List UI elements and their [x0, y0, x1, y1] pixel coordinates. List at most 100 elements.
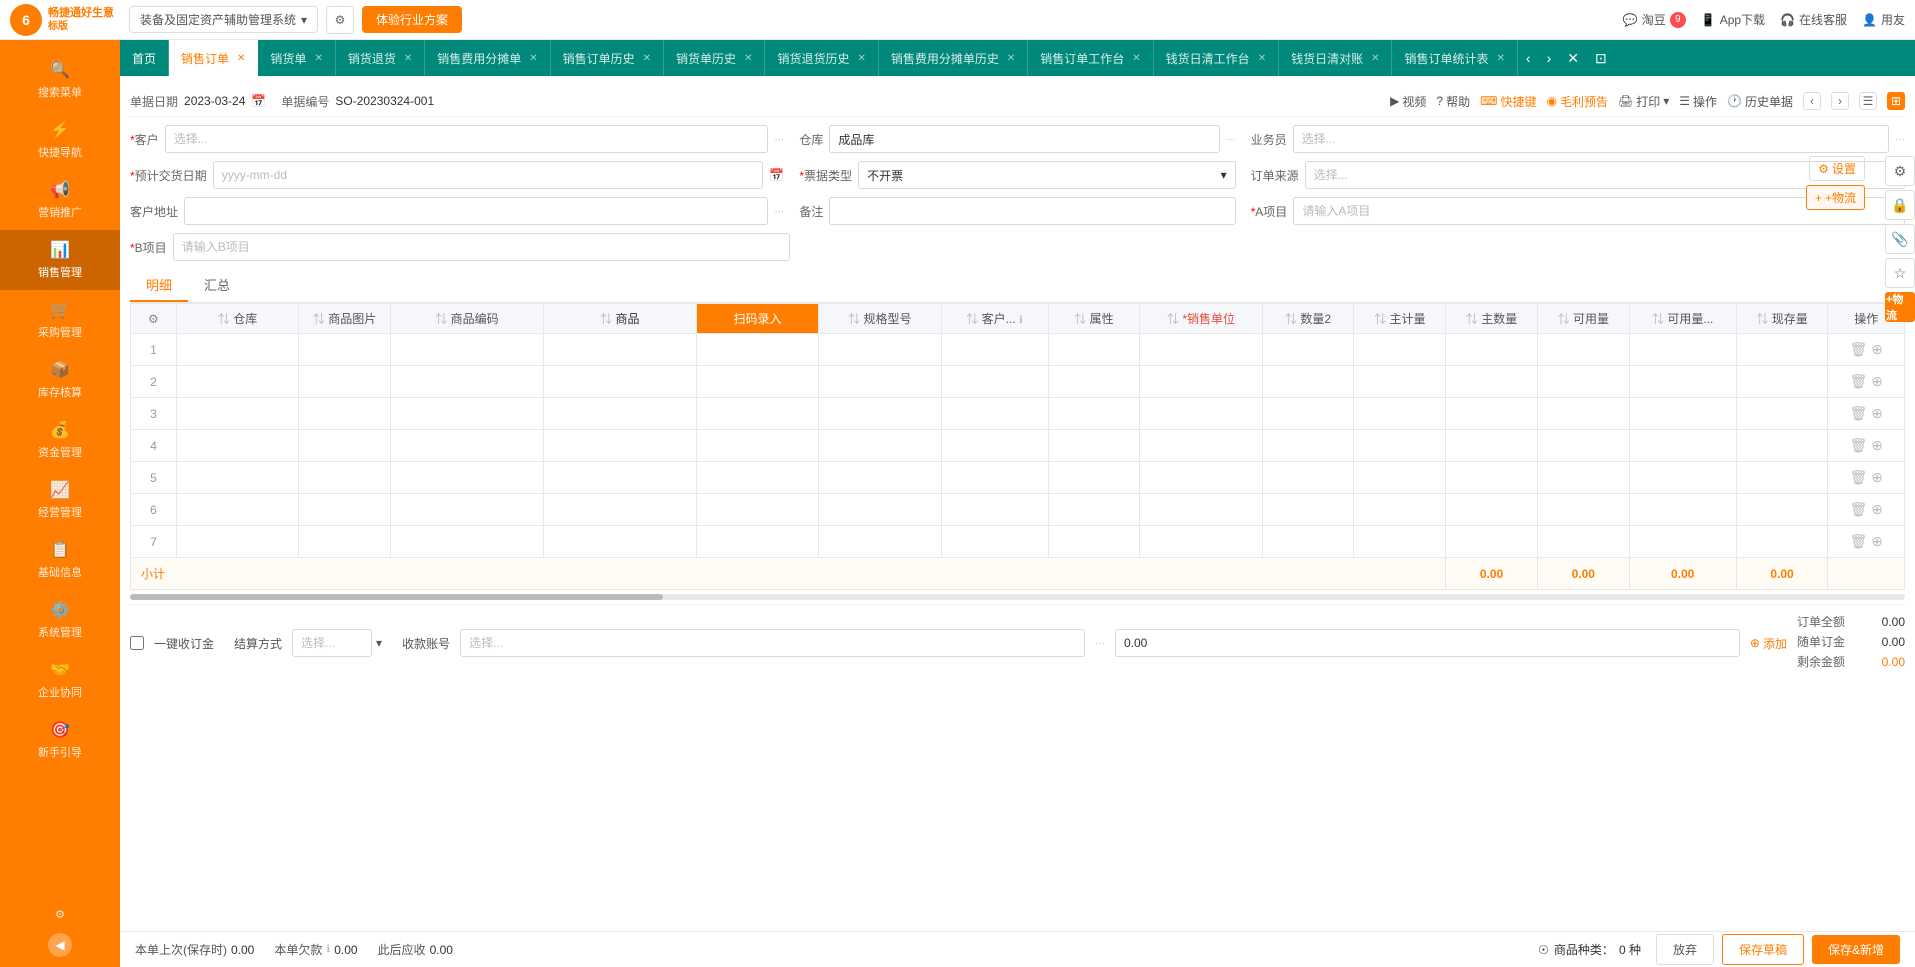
- row-main-qty-cell[interactable]: [1446, 334, 1538, 366]
- tab-close-icon[interactable]: ✕: [404, 53, 412, 64]
- tab-close-icon[interactable]: ✕: [857, 53, 865, 64]
- th-settings[interactable]: ⚙: [131, 304, 177, 334]
- delivery-date-input[interactable]: [213, 161, 764, 189]
- warehouse-dots-icon[interactable]: ···: [1226, 134, 1236, 145]
- row-delete-icon[interactable]: 🗑: [1849, 341, 1867, 358]
- row-attr-cell[interactable]: [1048, 334, 1140, 366]
- tab-daily-reconcile[interactable]: 钱货日清对账 ✕: [1279, 40, 1392, 76]
- save-draft-button[interactable]: 保存草稿: [1722, 934, 1804, 965]
- online-service-item[interactable]: 🎧 在线客服: [1780, 11, 1847, 28]
- row-stock-cell[interactable]: [1736, 334, 1828, 366]
- tab-sales-order[interactable]: 销售订单 ✕: [169, 40, 258, 76]
- panel-logistics-btn[interactable]: +物流: [1885, 292, 1915, 322]
- tab-close-icon[interactable]: ✕: [1497, 53, 1505, 64]
- calendar-icon[interactable]: 📅: [251, 94, 266, 108]
- tab-expand-btn[interactable]: ⊡: [1587, 50, 1615, 67]
- tab-close-icon[interactable]: ✕: [1007, 53, 1015, 64]
- app-download-item[interactable]: 📱 App下载: [1701, 11, 1765, 28]
- prev-record-btn[interactable]: ‹: [1803, 92, 1821, 110]
- sidebar-item-operations[interactable]: 📈 经营管理: [0, 470, 120, 530]
- sidebar-item-marketing[interactable]: 📢 营销推广: [0, 170, 120, 230]
- row-code-cell[interactable]: [390, 334, 543, 366]
- tab-sales-expense[interactable]: 销售费用分摊单 ✕: [425, 40, 550, 76]
- customer-address-input[interactable]: [184, 197, 768, 225]
- tab-close-icon[interactable]: ✕: [237, 53, 245, 64]
- row-delete-icon[interactable]: 🗑: [1849, 405, 1867, 422]
- tab-sales-workbench[interactable]: 销售订单工作台 ✕: [1028, 40, 1153, 76]
- row-copy-icon[interactable]: ⊕: [1871, 405, 1883, 422]
- tab-expense-history[interactable]: 销售费用分摊单历史 ✕: [879, 40, 1028, 76]
- sidebar-item-quicknav[interactable]: ⚡ 快捷导航: [0, 110, 120, 170]
- row-copy-icon[interactable]: ⊕: [1871, 373, 1883, 390]
- tab-close-icon[interactable]: ✕: [643, 53, 651, 64]
- row-delete-icon[interactable]: 🗑: [1849, 469, 1867, 486]
- customer-dots-icon[interactable]: ···: [774, 134, 784, 145]
- list-view-btn[interactable]: ☰: [1859, 92, 1877, 110]
- row-delete-icon[interactable]: 🗑: [1849, 533, 1867, 550]
- row-product-cell[interactable]: [543, 334, 696, 366]
- scrollbar-thumb[interactable]: [130, 594, 663, 600]
- sidebar-item-finance[interactable]: 💰 资金管理: [0, 410, 120, 470]
- sidebar-item-collab[interactable]: 🤝 企业协同: [0, 650, 120, 710]
- tab-close-icon[interactable]: ✕: [1258, 53, 1266, 64]
- tab-close-icon[interactable]: ✕: [314, 53, 322, 64]
- row-copy-icon[interactable]: ⊕: [1871, 501, 1883, 518]
- one-click-checkbox[interactable]: [130, 636, 144, 650]
- th-scan[interactable]: 扫码录入: [696, 304, 818, 334]
- invoice-type-select[interactable]: 不开票 ▾: [858, 161, 1236, 189]
- sidebar-collapse-btn[interactable]: ◀: [48, 933, 72, 957]
- row-copy-icon[interactable]: ⊕: [1871, 533, 1883, 550]
- row-image-cell[interactable]: [299, 334, 391, 366]
- row-copy-icon[interactable]: ⊕: [1871, 469, 1883, 486]
- discard-button[interactable]: 放弃: [1656, 934, 1714, 965]
- account-dots-icon[interactable]: ···: [1095, 638, 1105, 649]
- add-payment-btn[interactable]: ⊕ 添加: [1750, 635, 1787, 652]
- row-customer-code-cell[interactable]: [941, 334, 1048, 366]
- panel-star-btn[interactable]: ☆: [1885, 258, 1915, 288]
- tab-more-btn[interactable]: ✕: [1559, 50, 1587, 67]
- sidebar-item-basic-info[interactable]: 📋 基础信息: [0, 530, 120, 590]
- amount-input[interactable]: [1115, 629, 1740, 657]
- grid-view-btn[interactable]: ⊞: [1887, 92, 1905, 110]
- delivery-calendar-icon[interactable]: 📅: [769, 168, 784, 182]
- row-unit-cell[interactable]: [1140, 334, 1262, 366]
- view-btn[interactable]: ▶ 视频: [1390, 93, 1426, 110]
- table-settings-icon[interactable]: ⚙: [148, 312, 159, 326]
- tab-prev-btn[interactable]: ‹: [1518, 50, 1539, 66]
- sidebar-item-guide[interactable]: 🎯 新手引导: [0, 710, 120, 770]
- sidebar-item-inventory[interactable]: 📦 库存核算: [0, 350, 120, 410]
- tab-daily-workbench[interactable]: 钱货日清工作台 ✕: [1154, 40, 1279, 76]
- row-delete-icon[interactable]: 🗑: [1849, 501, 1867, 518]
- notification-item[interactable]: 💬 淘豆 9: [1623, 11, 1686, 28]
- row-delete-icon[interactable]: 🗑: [1849, 437, 1867, 454]
- shortcut-btn[interactable]: ⌨ 快捷键: [1480, 93, 1536, 110]
- row-copy-icon[interactable]: ⊕: [1871, 341, 1883, 358]
- tab-close-icon[interactable]: ✕: [1371, 53, 1379, 64]
- help-btn[interactable]: ? 帮助: [1436, 93, 1470, 110]
- tab-close-icon[interactable]: ✕: [529, 53, 537, 64]
- gear-button[interactable]: ⚙: [326, 6, 354, 34]
- next-record-btn[interactable]: ›: [1831, 92, 1849, 110]
- tab-sales-order-history[interactable]: 销售订单历史 ✕: [551, 40, 664, 76]
- row-avail-cell[interactable]: [1537, 334, 1629, 366]
- sidebar-item-system[interactable]: ⚙️ 系统管理: [0, 590, 120, 650]
- salesperson-input[interactable]: [1293, 125, 1889, 153]
- tab-sales-return[interactable]: 销货退货 ✕: [336, 40, 425, 76]
- address-dots-icon[interactable]: ···: [774, 206, 784, 217]
- sidebar-item-search[interactable]: 🔍 搜索菜单: [0, 50, 120, 110]
- settings-link-btn[interactable]: ⚙ 设置: [1809, 156, 1865, 181]
- sidebar-settings-btn[interactable]: ⚙: [0, 900, 120, 929]
- tab-next-btn[interactable]: ›: [1539, 50, 1560, 66]
- salesperson-dots-icon[interactable]: ···: [1895, 134, 1905, 145]
- payment-method-input[interactable]: [292, 629, 372, 657]
- tab-summary[interactable]: 汇总: [188, 269, 246, 302]
- tab-return-history[interactable]: 销货退货历史 ✕: [765, 40, 878, 76]
- sidebar-item-sales[interactable]: 📊 销售管理: [0, 230, 120, 290]
- add-logistics-btn[interactable]: + +物流: [1806, 185, 1865, 210]
- system-selector[interactable]: 装备及固定资产辅助管理系统 ▾: [129, 6, 318, 33]
- row-warehouse-cell[interactable]: [176, 334, 298, 366]
- account-input[interactable]: [460, 629, 1085, 657]
- tab-invoice-history[interactable]: 销货单历史 ✕: [664, 40, 765, 76]
- remark-input[interactable]: [829, 197, 1235, 225]
- row-main-unit-cell[interactable]: [1354, 334, 1446, 366]
